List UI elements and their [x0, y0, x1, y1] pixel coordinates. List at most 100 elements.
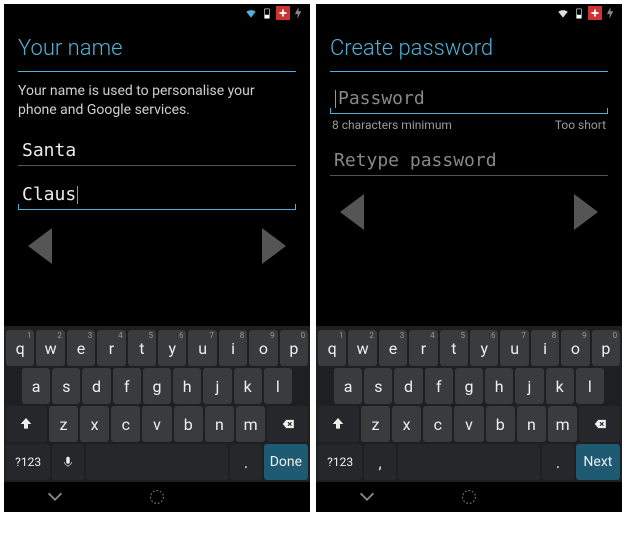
- shift-key[interactable]: [318, 406, 359, 442]
- key-m[interactable]: m: [548, 406, 577, 442]
- key-c[interactable]: c: [111, 406, 140, 442]
- backspace-key[interactable]: [267, 406, 308, 442]
- android-navbar: [4, 482, 310, 512]
- password-input[interactable]: Password: [330, 82, 608, 114]
- back-arrow[interactable]: [340, 194, 364, 230]
- key-o[interactable]: o9: [561, 330, 589, 366]
- key-e[interactable]: e3: [67, 330, 95, 366]
- key-g[interactable]: g: [455, 368, 483, 404]
- dot-key[interactable]: .: [230, 444, 262, 480]
- last-name-input[interactable]: Claus: [18, 178, 296, 210]
- space-key[interactable]: [86, 444, 228, 480]
- mic-key[interactable]: [52, 444, 84, 480]
- page-title: Create password: [330, 30, 608, 71]
- bolt-icon: [292, 6, 306, 20]
- key-d[interactable]: d: [82, 368, 110, 404]
- keyboard: q1w2e3r4t5y6u7i8o9p0 asdfghjkl zxcvbnm ?…: [316, 326, 622, 482]
- key-f[interactable]: f: [113, 368, 141, 404]
- key-i[interactable]: i8: [531, 330, 559, 366]
- key-q[interactable]: q1: [318, 330, 346, 366]
- symbols-key[interactable]: ?123: [6, 444, 50, 480]
- key-b[interactable]: b: [174, 406, 203, 442]
- done-key[interactable]: Done: [264, 444, 308, 480]
- key-e[interactable]: e3: [379, 330, 407, 366]
- navbar-home-icon[interactable]: [146, 486, 168, 508]
- key-k[interactable]: k: [546, 368, 574, 404]
- navbar-back-icon[interactable]: [44, 486, 66, 508]
- key-m[interactable]: m: [236, 406, 265, 442]
- key-i[interactable]: i8: [219, 330, 247, 366]
- key-j[interactable]: j: [203, 368, 231, 404]
- key-h[interactable]: h: [173, 368, 201, 404]
- key-x[interactable]: x: [80, 406, 109, 442]
- key-a[interactable]: a: [22, 368, 50, 404]
- hint-min: 8 characters minimum: [332, 118, 452, 132]
- wifi-icon: [244, 6, 258, 20]
- comma-key[interactable]: ,: [364, 444, 396, 480]
- key-n[interactable]: n: [517, 406, 546, 442]
- key-t[interactable]: t5: [128, 330, 156, 366]
- page-title: Your name: [18, 30, 296, 71]
- key-z[interactable]: z: [361, 406, 390, 442]
- key-r[interactable]: r4: [97, 330, 125, 366]
- retype-password-input[interactable]: Retype password: [330, 144, 608, 176]
- key-u[interactable]: u7: [500, 330, 528, 366]
- navbar-back-icon[interactable]: [356, 486, 378, 508]
- key-r[interactable]: r4: [409, 330, 437, 366]
- password-helper: 8 characters minimum Too short: [332, 118, 606, 132]
- dot-key[interactable]: .: [542, 444, 574, 480]
- key-w[interactable]: w2: [36, 330, 64, 366]
- forward-arrow[interactable]: [262, 228, 286, 264]
- key-g[interactable]: g: [143, 368, 171, 404]
- nav-arrows: [18, 222, 296, 264]
- backspace-key[interactable]: [579, 406, 620, 442]
- status-bar: [316, 4, 622, 22]
- key-v[interactable]: v: [142, 406, 171, 442]
- key-z[interactable]: z: [49, 406, 78, 442]
- navbar-home-icon[interactable]: [458, 486, 480, 508]
- key-d[interactable]: d: [394, 368, 422, 404]
- key-w[interactable]: w2: [348, 330, 376, 366]
- phone-left: Your name Your name is used to personali…: [4, 4, 310, 512]
- key-a[interactable]: a: [334, 368, 362, 404]
- wifi-icon: [556, 6, 570, 20]
- android-navbar: [316, 482, 622, 512]
- content-area: Your name Your name is used to personali…: [4, 22, 310, 264]
- key-q[interactable]: q1: [6, 330, 34, 366]
- plus-icon: [588, 6, 602, 20]
- key-c[interactable]: c: [423, 406, 452, 442]
- forward-arrow[interactable]: [574, 194, 598, 230]
- key-n[interactable]: n: [205, 406, 234, 442]
- first-name-input[interactable]: Santa: [18, 134, 296, 166]
- key-t[interactable]: t5: [440, 330, 468, 366]
- key-f[interactable]: f: [425, 368, 453, 404]
- key-x[interactable]: x: [392, 406, 421, 442]
- key-p[interactable]: p0: [280, 330, 308, 366]
- status-bar: [4, 4, 310, 22]
- key-k[interactable]: k: [234, 368, 262, 404]
- key-s[interactable]: s: [364, 368, 392, 404]
- key-l[interactable]: l: [264, 368, 292, 404]
- back-arrow[interactable]: [28, 228, 52, 264]
- hint-error: Too short: [555, 118, 606, 132]
- next-key[interactable]: Next: [576, 444, 620, 480]
- key-o[interactable]: o9: [249, 330, 277, 366]
- key-y[interactable]: y6: [158, 330, 186, 366]
- screens-container: Your name Your name is used to personali…: [0, 0, 628, 516]
- content-area: Create password Password 8 characters mi…: [316, 22, 622, 230]
- key-p[interactable]: p0: [592, 330, 620, 366]
- key-l[interactable]: l: [576, 368, 604, 404]
- key-b[interactable]: b: [486, 406, 515, 442]
- key-y[interactable]: y6: [470, 330, 498, 366]
- space-key[interactable]: [398, 444, 540, 480]
- key-s[interactable]: s: [52, 368, 80, 404]
- symbols-key[interactable]: ?123: [318, 444, 362, 480]
- key-j[interactable]: j: [515, 368, 543, 404]
- key-u[interactable]: u7: [188, 330, 216, 366]
- title-rule: [18, 71, 296, 72]
- key-v[interactable]: v: [454, 406, 483, 442]
- key-h[interactable]: h: [485, 368, 513, 404]
- shift-key[interactable]: [6, 406, 47, 442]
- battery-icon: [260, 6, 274, 20]
- title-rule: [330, 71, 608, 72]
